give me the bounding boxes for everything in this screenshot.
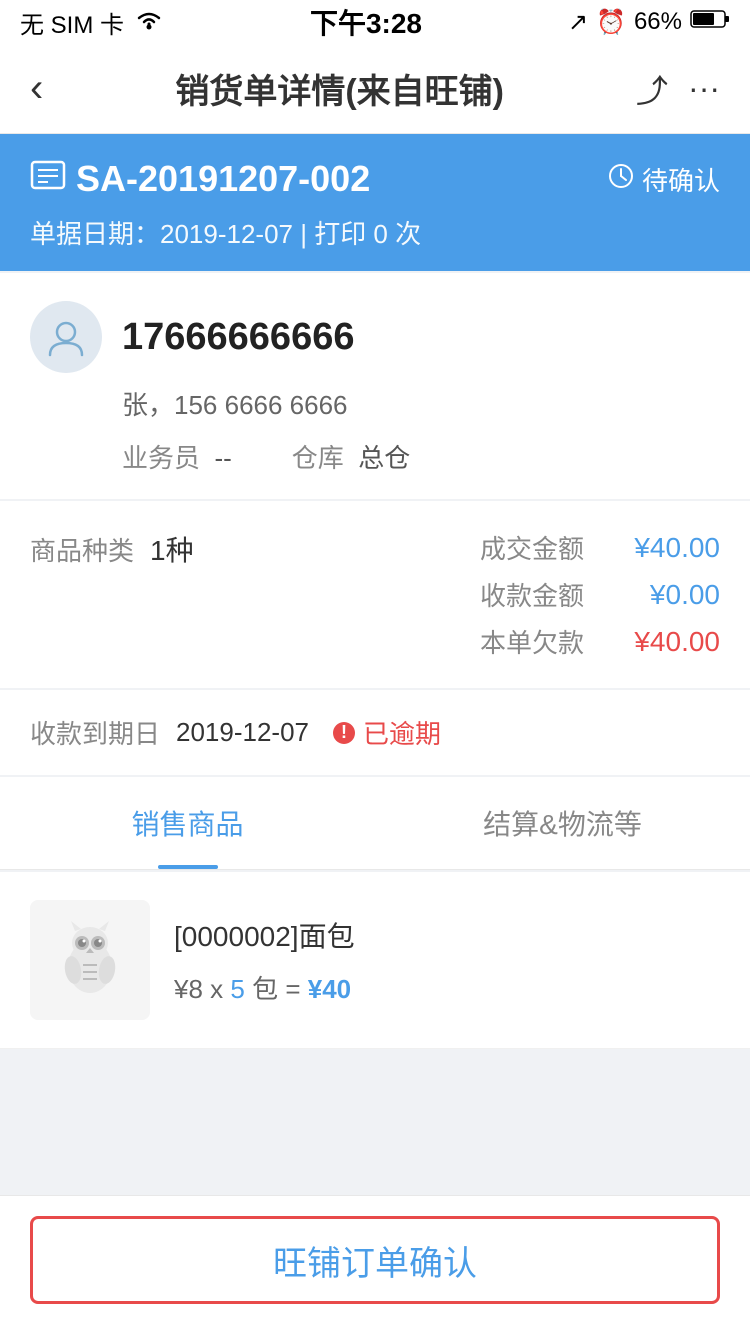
product-name: [0000002]面包 xyxy=(174,915,720,955)
avatar xyxy=(30,301,102,373)
customer-name: 张，156 6666 6666 xyxy=(122,385,720,422)
customer-phone: 17666666666 xyxy=(122,316,354,359)
customer-meta: 业务员 -- 仓库 总仓 xyxy=(122,438,720,475)
product-info: [0000002]面包 ¥8 x 5 包 = ¥40 xyxy=(174,915,720,1006)
back-button[interactable]: ‹ xyxy=(30,66,43,111)
nav-actions: ⤴ ··· xyxy=(636,66,720,112)
owed-value: ¥40.00 xyxy=(600,626,720,658)
customer-row: 17666666666 xyxy=(30,301,720,373)
nav-bar: ‹ 销货单详情(来自旺铺) ⤴ ··· xyxy=(0,44,750,134)
clock-icon xyxy=(608,163,634,196)
location-icon: ↗ xyxy=(568,8,588,37)
multiply-sign: x xyxy=(210,974,230,1004)
warehouse-field: 仓库 总仓 xyxy=(292,438,410,475)
summary-right: 成交金额 ¥40.00 收款金额 ¥0.00 本单欠款 ¥40.00 xyxy=(480,529,720,660)
tabs-container: 销售商品 结算&物流等 xyxy=(0,777,750,870)
product-types-label: 商品种类 xyxy=(30,531,134,568)
summary-card: 商品种类 1种 成交金额 ¥40.00 收款金额 ¥0.00 本单欠款 ¥40.… xyxy=(0,501,750,688)
total-price: ¥40 xyxy=(308,974,351,1004)
status-bar-right: ↗ ⏰ 66% xyxy=(568,8,730,37)
deal-amount-label: 成交金额 xyxy=(480,529,584,566)
due-label: 收款到期日 xyxy=(30,714,160,751)
product-image xyxy=(30,900,150,1020)
status-bar: 无 SIM 卡 下午3:28 ↗ ⏰ 66% xyxy=(0,0,750,44)
warehouse-value: 总仓 xyxy=(358,443,410,473)
owed-amount-row: 本单欠款 ¥40.00 xyxy=(480,623,720,660)
wifi-icon xyxy=(134,8,164,37)
deal-amount-value: ¥40.00 xyxy=(600,532,720,564)
status-bar-time: 下午3:28 xyxy=(310,2,422,42)
sales-rep-field: 业务员 -- xyxy=(122,438,232,475)
header-card: SA-20191207-002 待确认 单据日期：2019-12-07 | 打印… xyxy=(0,134,750,271)
order-date-line: 单据日期：2019-12-07 | 打印 0 次 xyxy=(30,214,720,251)
confirm-btn-wrap: 旺铺订单确认 xyxy=(0,1195,750,1334)
more-button[interactable]: ··· xyxy=(688,70,720,107)
quantity: 5 xyxy=(230,974,244,1004)
tab-settlement-logistics[interactable]: 结算&物流等 xyxy=(375,777,750,869)
confirm-order-button[interactable]: 旺铺订单确认 xyxy=(30,1216,720,1304)
unit-price: ¥8 xyxy=(174,974,203,1004)
unit: 包 xyxy=(252,974,278,1004)
overdue-label: 已逾期 xyxy=(363,714,441,751)
sales-rep-label: 业务员 xyxy=(122,443,200,473)
product-list: [0000002]面包 ¥8 x 5 包 = ¥40 xyxy=(0,872,750,1049)
product-price: ¥8 x 5 包 = ¥40 xyxy=(174,969,720,1006)
due-date-value: 2019-12-07 xyxy=(176,717,309,748)
order-icon xyxy=(30,160,66,198)
order-status: 待确认 xyxy=(608,161,720,198)
received-amount-row: 收款金额 ¥0.00 xyxy=(480,576,720,613)
page-title: 销货单详情(来自旺铺) xyxy=(175,64,504,113)
order-id: SA-20191207-002 xyxy=(30,158,370,200)
table-row: [0000002]面包 ¥8 x 5 包 = ¥40 xyxy=(0,872,750,1049)
share-button[interactable]: ⤴ xyxy=(636,66,668,112)
due-card: 收款到期日 2019-12-07 ! 已逾期 xyxy=(0,690,750,775)
sales-rep-value: -- xyxy=(214,443,231,473)
product-types-value: 1种 xyxy=(150,529,194,569)
status-text: 待确认 xyxy=(642,161,720,198)
deal-amount-row: 成交金额 ¥40.00 xyxy=(480,529,720,566)
summary-left: 商品种类 1种 xyxy=(30,529,480,569)
status-bar-left: 无 SIM 卡 xyxy=(20,5,164,40)
tab-sales-products[interactable]: 销售商品 xyxy=(0,777,375,869)
customer-card: 17666666666 张，156 6666 6666 业务员 -- 仓库 总仓 xyxy=(0,273,750,499)
overdue-badge: ! 已逾期 xyxy=(333,714,441,751)
received-value: ¥0.00 xyxy=(600,579,720,611)
no-sim-label: 无 SIM 卡 xyxy=(20,5,124,40)
overdue-icon: ! xyxy=(333,722,355,744)
battery-icon xyxy=(690,8,730,37)
header-card-top: SA-20191207-002 待确认 xyxy=(30,158,720,200)
alarm-icon: ⏰ xyxy=(596,8,626,37)
owed-label: 本单欠款 xyxy=(480,623,584,660)
battery-label: 66% xyxy=(634,8,682,36)
received-label: 收款金额 xyxy=(480,576,584,613)
tabs: 销售商品 结算&物流等 xyxy=(0,777,750,870)
equals-sign: = xyxy=(285,974,307,1004)
warehouse-label: 仓库 xyxy=(292,443,344,473)
